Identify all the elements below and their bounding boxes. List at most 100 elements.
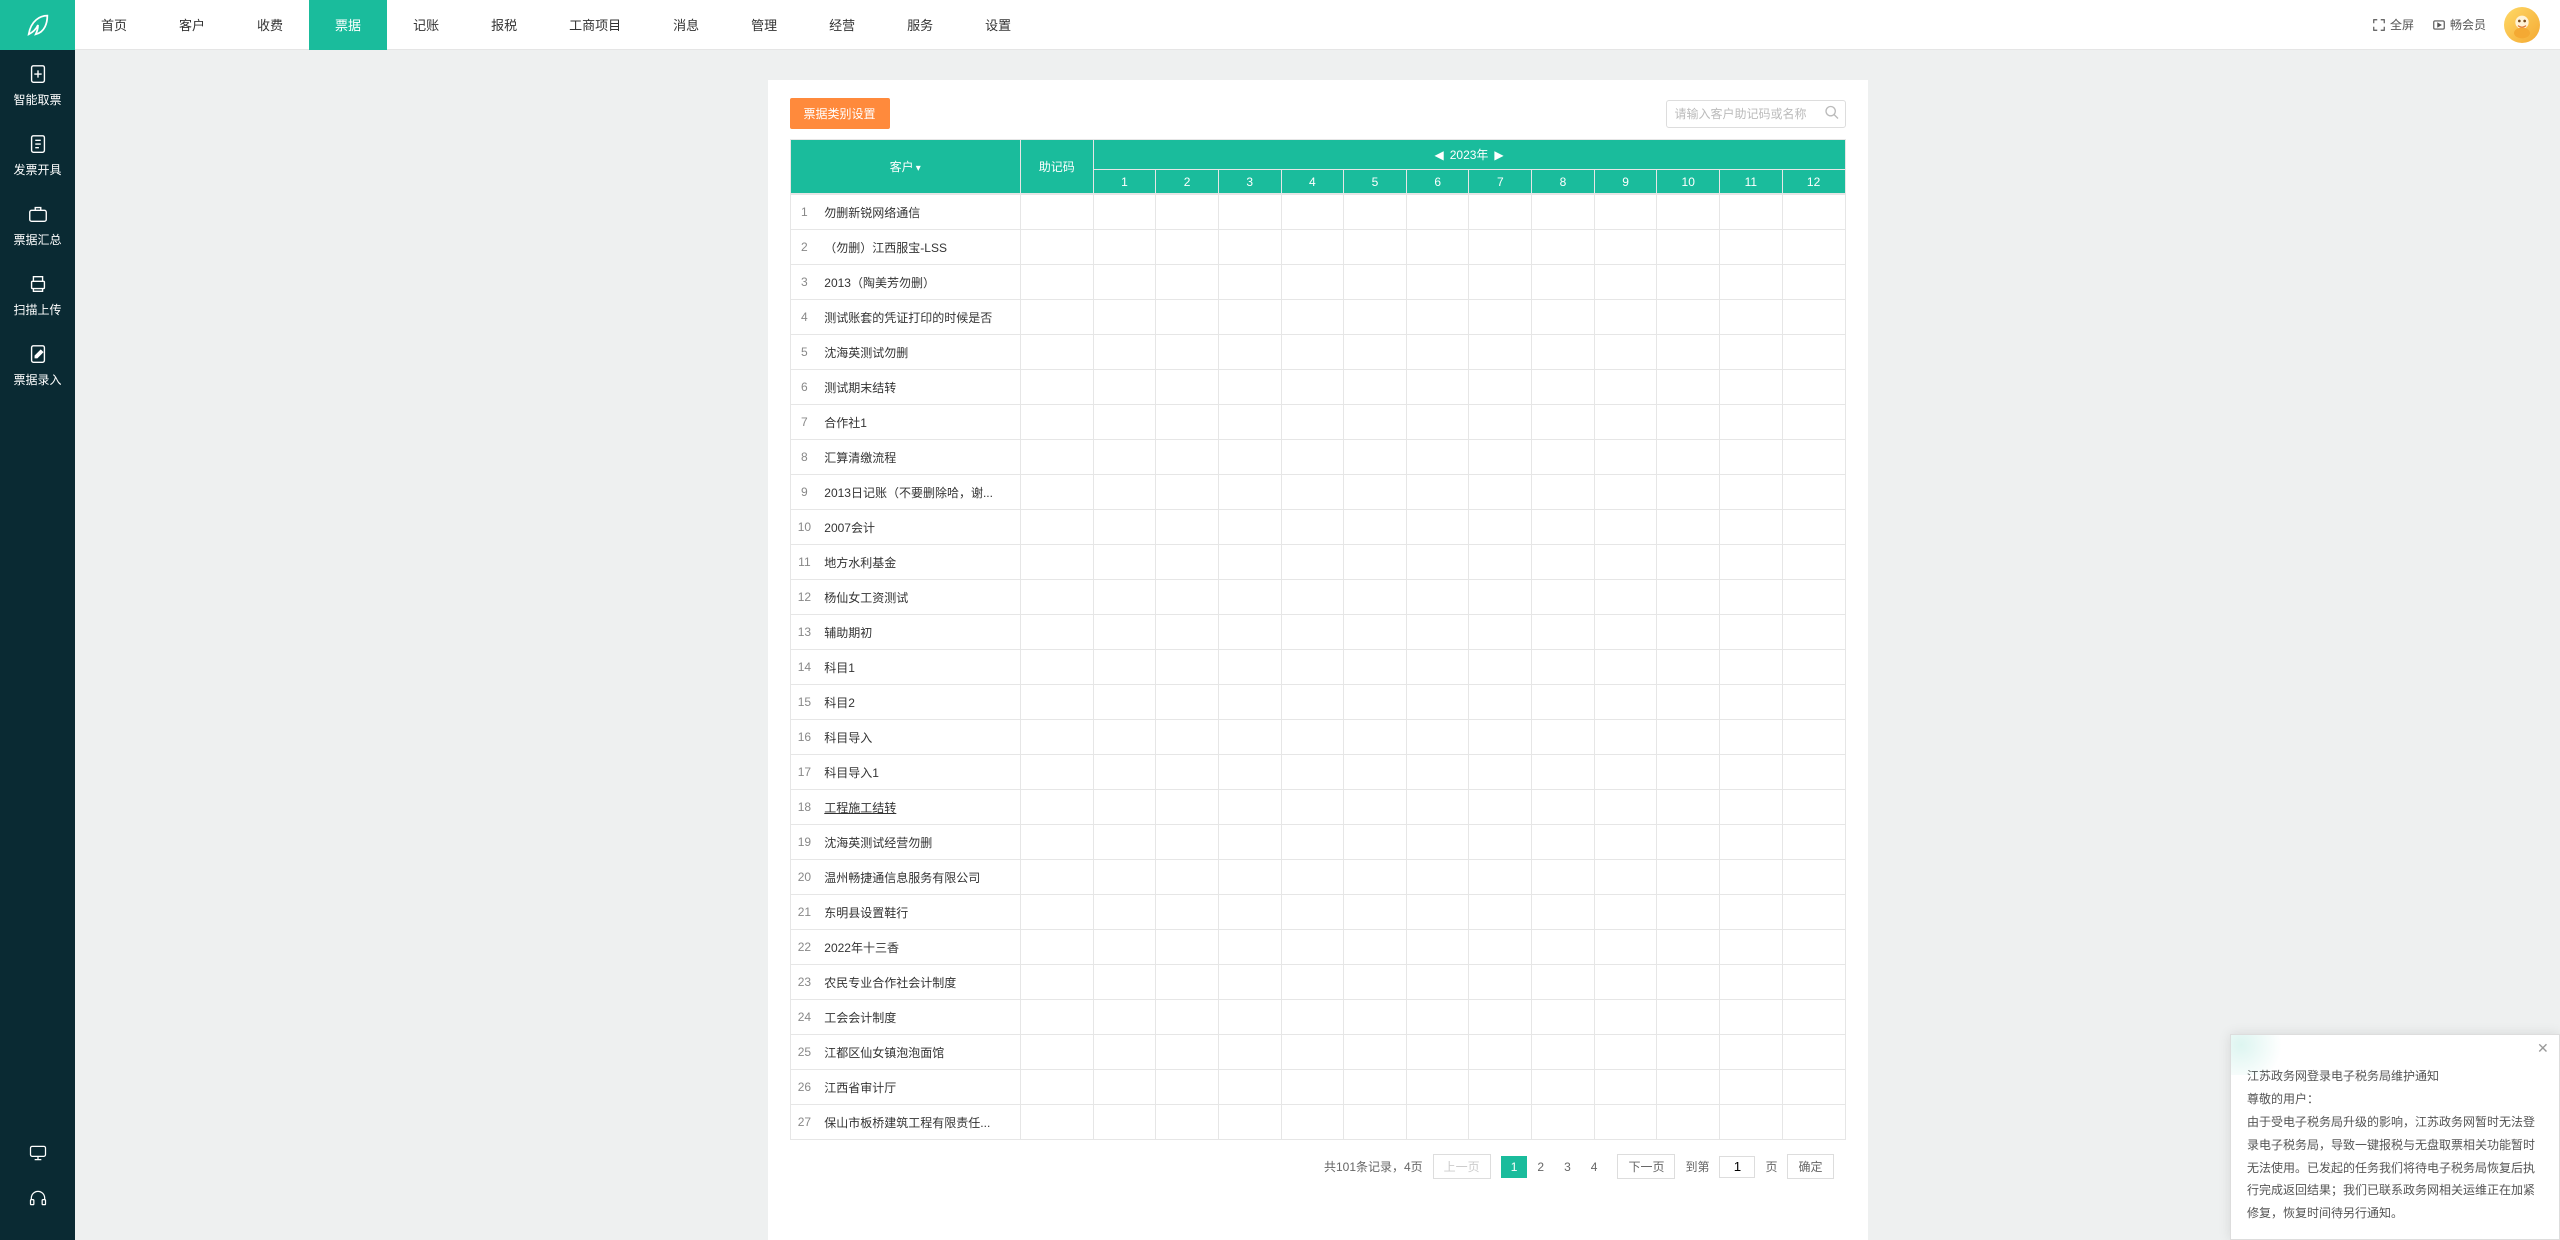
customer-name-cell[interactable]: 合作社1 [818,405,1020,440]
pager-page-3[interactable]: 3 [1554,1156,1581,1178]
month-cell[interactable] [1218,685,1281,720]
month-cell[interactable] [1782,1000,1845,1035]
month-cell[interactable] [1093,265,1156,300]
pager-page-input[interactable] [1719,1156,1755,1178]
month-cell[interactable] [1782,1035,1845,1070]
month-cell[interactable] [1720,370,1783,405]
month-cell[interactable] [1281,545,1344,580]
month-cell[interactable] [1156,405,1219,440]
app-logo[interactable] [0,0,75,50]
month-cell[interactable] [1156,545,1219,580]
month-cell[interactable] [1344,300,1407,335]
month-cell[interactable] [1093,440,1156,475]
month-cell[interactable] [1720,720,1783,755]
month-cell[interactable] [1218,825,1281,860]
month-cell[interactable] [1594,825,1657,860]
month-cell[interactable] [1469,580,1532,615]
month-cell[interactable] [1782,475,1845,510]
month-cell[interactable] [1782,510,1845,545]
month-cell[interactable] [1532,195,1595,230]
month-cell[interactable] [1720,1070,1783,1105]
month-cell[interactable] [1156,510,1219,545]
customer-name-cell[interactable]: 保山市板桥建筑工程有限责任... [818,1105,1020,1140]
month-cell[interactable] [1406,860,1469,895]
month-cell[interactable] [1782,580,1845,615]
month-cell[interactable] [1782,650,1845,685]
month-cell[interactable] [1782,720,1845,755]
customer-name-cell[interactable]: 辅助期初 [818,615,1020,650]
month-cell[interactable] [1657,545,1720,580]
month-cell[interactable] [1156,580,1219,615]
month-cell[interactable] [1532,895,1595,930]
month-cell[interactable] [1782,440,1845,475]
month-cell[interactable] [1469,720,1532,755]
month-cell[interactable] [1218,230,1281,265]
notification-close-button[interactable]: ✕ [2537,1041,2551,1055]
sidebar-item-票据汇总[interactable]: 票据汇总 [0,190,75,260]
month-cell[interactable] [1720,685,1783,720]
month-cell[interactable] [1156,615,1219,650]
month-cell[interactable] [1594,265,1657,300]
month-cell[interactable] [1469,300,1532,335]
month-cell[interactable] [1344,545,1407,580]
month-cell[interactable] [1156,440,1219,475]
top-nav-工商项目[interactable]: 工商项目 [543,0,647,50]
month-cell[interactable] [1093,300,1156,335]
month-cell[interactable] [1782,790,1845,825]
month-cell[interactable] [1594,475,1657,510]
month-cell[interactable] [1657,440,1720,475]
month-cell[interactable] [1093,930,1156,965]
month-cell[interactable] [1344,405,1407,440]
sidebar-item-扫描上传[interactable]: 扫描上传 [0,260,75,330]
sidebar-bottom-headset-icon[interactable] [0,1175,75,1220]
month-cell[interactable] [1657,1105,1720,1140]
month-header-6[interactable]: 6 [1406,170,1469,194]
customer-name-cell[interactable]: 科目1 [818,650,1020,685]
top-nav-服务[interactable]: 服务 [881,0,959,50]
month-cell[interactable] [1093,510,1156,545]
year-prev-button[interactable]: ◀ [1434,148,1443,162]
month-cell[interactable] [1281,265,1344,300]
month-cell[interactable] [1532,475,1595,510]
month-cell[interactable] [1782,300,1845,335]
customer-search-input[interactable] [1666,100,1846,128]
month-cell[interactable] [1093,335,1156,370]
month-cell[interactable] [1532,720,1595,755]
month-cell[interactable] [1532,790,1595,825]
month-cell[interactable] [1281,440,1344,475]
month-cell[interactable] [1469,335,1532,370]
customer-name-cell[interactable]: 2007会计 [818,510,1020,545]
month-cell[interactable] [1720,405,1783,440]
pager-page-2[interactable]: 2 [1527,1156,1554,1178]
table-scroll[interactable]: 1勿删新锐网络通信2（勿删）江西服宝-LSS32013（陶美芳勿删）4测试账套的… [790,194,1846,1140]
month-cell[interactable] [1782,1070,1845,1105]
customer-name-cell[interactable]: 汇算清缴流程 [818,440,1020,475]
month-cell[interactable] [1469,405,1532,440]
customer-name-cell[interactable]: 测试期末结转 [818,370,1020,405]
month-cell[interactable] [1093,895,1156,930]
month-cell[interactable] [1782,825,1845,860]
month-cell[interactable] [1594,1035,1657,1070]
month-cell[interactable] [1156,195,1219,230]
top-nav-报税[interactable]: 报税 [465,0,543,50]
month-cell[interactable] [1720,1035,1783,1070]
month-cell[interactable] [1344,1070,1407,1105]
month-cell[interactable] [1218,475,1281,510]
month-cell[interactable] [1594,510,1657,545]
month-cell[interactable] [1218,1000,1281,1035]
month-header-5[interactable]: 5 [1344,170,1407,194]
month-cell[interactable] [1532,650,1595,685]
month-cell[interactable] [1218,965,1281,1000]
month-cell[interactable] [1594,1000,1657,1035]
month-cell[interactable] [1720,790,1783,825]
month-cell[interactable] [1469,440,1532,475]
month-cell[interactable] [1156,370,1219,405]
month-cell[interactable] [1156,335,1219,370]
month-cell[interactable] [1532,930,1595,965]
month-cell[interactable] [1093,1035,1156,1070]
month-cell[interactable] [1782,930,1845,965]
month-cell[interactable] [1093,860,1156,895]
month-cell[interactable] [1782,370,1845,405]
month-cell[interactable] [1156,825,1219,860]
year-next-button[interactable]: ▶ [1494,148,1503,162]
